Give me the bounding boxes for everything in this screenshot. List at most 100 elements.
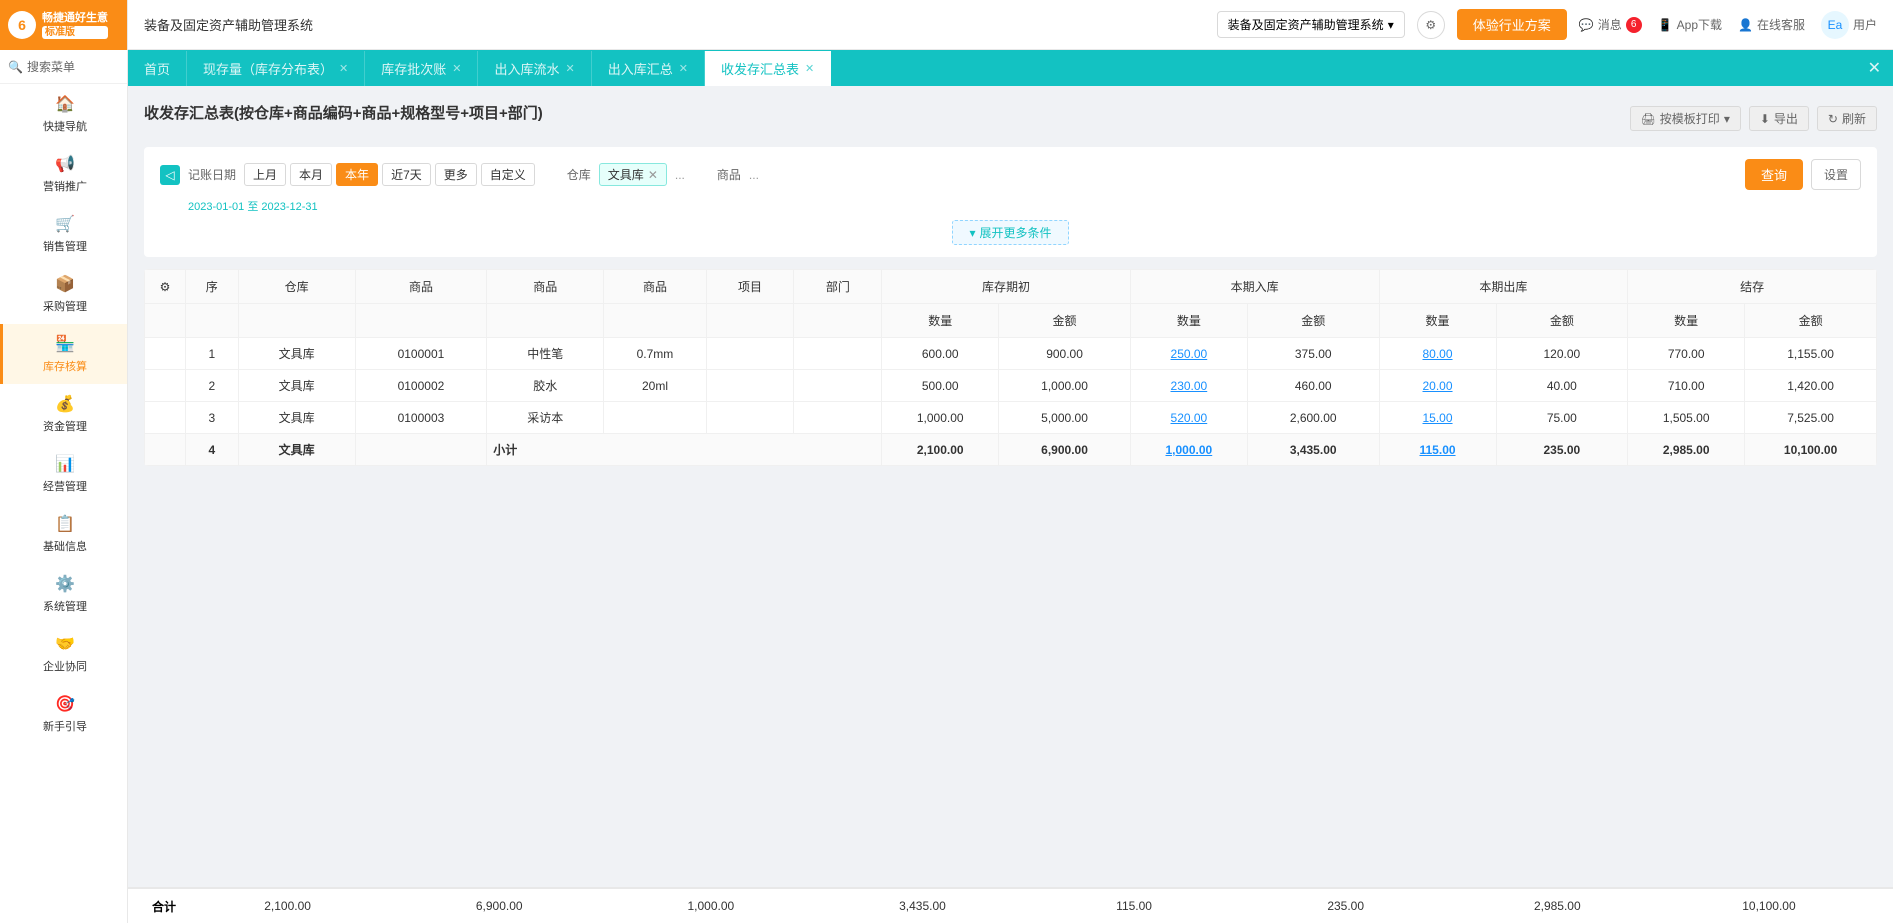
date-btn-7days[interactable]: 近7天	[382, 163, 431, 186]
row2-in-amt: 460.00	[1247, 370, 1379, 402]
footer-out-qty: 115.00	[1034, 895, 1233, 917]
row2-closing-qty: 710.00	[1628, 370, 1745, 402]
system-dropdown[interactable]: 装备及固定资产辅助管理系统 ▾	[1217, 11, 1405, 38]
tab-close-inout-flow[interactable]: ✕	[566, 62, 575, 75]
subtotal-settings	[145, 434, 186, 466]
logo-icon: 6	[8, 11, 36, 39]
subtotal-closing-qty: 2,985.00	[1628, 434, 1745, 466]
row3-in-amt: 2,600.00	[1247, 402, 1379, 434]
row2-out-qty[interactable]: 20.00	[1379, 370, 1496, 402]
export-button[interactable]: ⬇ 导出	[1749, 106, 1809, 131]
settings-button[interactable]: 设置	[1811, 159, 1861, 190]
sidebar-item-guide[interactable]: 🎯 新手引导	[0, 684, 127, 744]
row3-out-qty[interactable]: 15.00	[1379, 402, 1496, 434]
message-icon: 💬	[1579, 18, 1594, 32]
row2-in-qty[interactable]: 230.00	[1130, 370, 1247, 402]
row1-in-amt: 375.00	[1247, 338, 1379, 370]
sidebar-logo: 6 畅捷通好生意 标准版	[0, 0, 127, 50]
row1-out-qty[interactable]: 80.00	[1379, 338, 1496, 370]
row3-opening-qty: 1,000.00	[882, 402, 999, 434]
subtotal-out-qty[interactable]: 115.00	[1379, 434, 1496, 466]
basic-icon: 📋	[55, 514, 75, 534]
col-dept-sub	[794, 304, 882, 338]
sidebar-item-operation[interactable]: 📊 经营管理	[0, 444, 127, 504]
sidebar-item-inventory[interactable]: 🏪 库存核算	[0, 324, 127, 384]
row1-spec: 0.7mm	[604, 338, 706, 370]
date-btn-last-month[interactable]: 上月	[244, 163, 286, 186]
expand-icon: ▾	[969, 226, 975, 240]
sidebar-item-basic[interactable]: 📋 基础信息	[0, 504, 127, 564]
date-btn-custom[interactable]: 自定义	[481, 163, 535, 186]
col-spec-sub	[604, 304, 706, 338]
row1-in-qty[interactable]: 250.00	[1130, 338, 1247, 370]
sidebar-item-marketing[interactable]: 📢 营销推广	[0, 144, 127, 204]
experience-btn[interactable]: 体验行业方案	[1457, 9, 1567, 40]
row1-closing-qty: 770.00	[1628, 338, 1745, 370]
tab-home[interactable]: 首页	[128, 51, 187, 86]
close-all-tabs[interactable]: ✕	[1856, 50, 1893, 86]
date-shortcuts: 上月 本月 本年 近7天 更多 自定义	[244, 163, 535, 186]
row1-warehouse: 文具库	[238, 338, 355, 370]
col-out-qty-header: 数量	[1379, 304, 1496, 338]
print-button[interactable]: 🖨 按模板打印 ▾	[1630, 106, 1741, 131]
goods-filter: 商品 ...	[717, 166, 759, 183]
col-in-amt-header: 金额	[1247, 304, 1379, 338]
query-button[interactable]: 查询	[1745, 159, 1803, 190]
date-btn-more[interactable]: 更多	[435, 163, 477, 186]
subtotal-code	[355, 434, 487, 466]
row2-project	[706, 370, 794, 402]
tab-stock-distribution[interactable]: 现存量（库存分布表） ✕	[187, 51, 365, 86]
footer-opening-qty: 2,100.00	[188, 895, 387, 917]
expand-conditions-btn[interactable]: ▾ 展开更多条件	[952, 220, 1068, 245]
row3-spec	[604, 402, 706, 434]
date-btn-this-month[interactable]: 本月	[290, 163, 332, 186]
footer-total: 合计 2,100.00 6,900.00 1,000.00 3,435.00 1…	[128, 887, 1893, 923]
user-menu[interactable]: Ea 用户	[1821, 11, 1877, 39]
tab-inout-summary[interactable]: 出入库汇总 ✕	[592, 51, 705, 86]
row3-project	[706, 402, 794, 434]
app-download-button[interactable]: 📱 App下载	[1658, 16, 1722, 33]
sidebar: 6 畅捷通好生意 标准版 🔍 搜索菜单 🏠 快捷导航 📢 营销推广 🛒 销售管理…	[0, 0, 128, 923]
row2-spec: 20ml	[604, 370, 706, 402]
tab-close-stock-distribution[interactable]: ✕	[339, 62, 348, 75]
goods-more-btn[interactable]: ...	[749, 168, 759, 182]
subtotal-warehouse: 文具库	[238, 434, 355, 466]
message-button[interactable]: 💬 消息 6	[1579, 16, 1642, 33]
row3-opening-amt: 5,000.00	[999, 402, 1131, 434]
row3-settings	[145, 402, 186, 434]
data-table-wrapper: ⚙ 序 仓库 商品 商品 商品 项目 部门 库存期初 本期入库 本期出库 结存	[144, 269, 1877, 466]
sidebar-item-company[interactable]: 🤝 企业协同	[0, 624, 127, 684]
refresh-icon: ↻	[1828, 112, 1838, 126]
tab-receive-send-summary[interactable]: 收发存汇总表 ✕	[705, 51, 831, 86]
date-range-display: 2023-01-01 至 2023-12-31	[188, 201, 318, 213]
sidebar-item-finance[interactable]: 💰 资金管理	[0, 384, 127, 444]
sidebar-item-sales[interactable]: 🛒 销售管理	[0, 204, 127, 264]
sidebar-item-system[interactable]: ⚙️ 系统管理	[0, 564, 127, 624]
sidebar-item-purchase[interactable]: 📦 采购管理	[0, 264, 127, 324]
subtotal-in-qty[interactable]: 1,000.00	[1130, 434, 1247, 466]
row2-settings	[145, 370, 186, 402]
warehouse-label: 仓库	[567, 166, 591, 183]
tab-batch-ledger[interactable]: 库存批次账 ✕	[365, 51, 478, 86]
warehouse-more-btn[interactable]: ...	[675, 168, 685, 182]
sidebar-item-quick-nav[interactable]: 🏠 快捷导航	[0, 84, 127, 144]
row2-opening-amt: 1,000.00	[999, 370, 1131, 402]
gear-button[interactable]: ⚙	[1417, 11, 1445, 39]
row3-in-qty[interactable]: 520.00	[1130, 402, 1247, 434]
tab-close-receive-send-summary[interactable]: ✕	[805, 62, 814, 75]
subtotal-opening-amt: 6,900.00	[999, 434, 1131, 466]
col-closing-header: 结存	[1628, 270, 1877, 304]
row1-name: 中性笔	[487, 338, 604, 370]
warehouse-tag-close[interactable]: ✕	[648, 168, 658, 182]
date-btn-this-year[interactable]: 本年	[336, 163, 378, 186]
tab-close-inout-summary[interactable]: ✕	[679, 62, 688, 75]
tab-close-batch-ledger[interactable]: ✕	[452, 62, 461, 75]
refresh-button[interactable]: ↻ 刷新	[1817, 106, 1877, 131]
inventory-icon: 🏪	[55, 334, 75, 354]
col-settings-header[interactable]: ⚙	[145, 270, 186, 304]
filter-collapse-btn[interactable]: ◁	[160, 165, 180, 185]
goods-label: 商品	[717, 166, 741, 183]
tab-inout-flow[interactable]: 出入库流水 ✕	[478, 51, 591, 86]
sidebar-search[interactable]: 🔍 搜索菜单	[0, 50, 127, 84]
online-service-button[interactable]: 👤 在线客服	[1738, 16, 1805, 33]
